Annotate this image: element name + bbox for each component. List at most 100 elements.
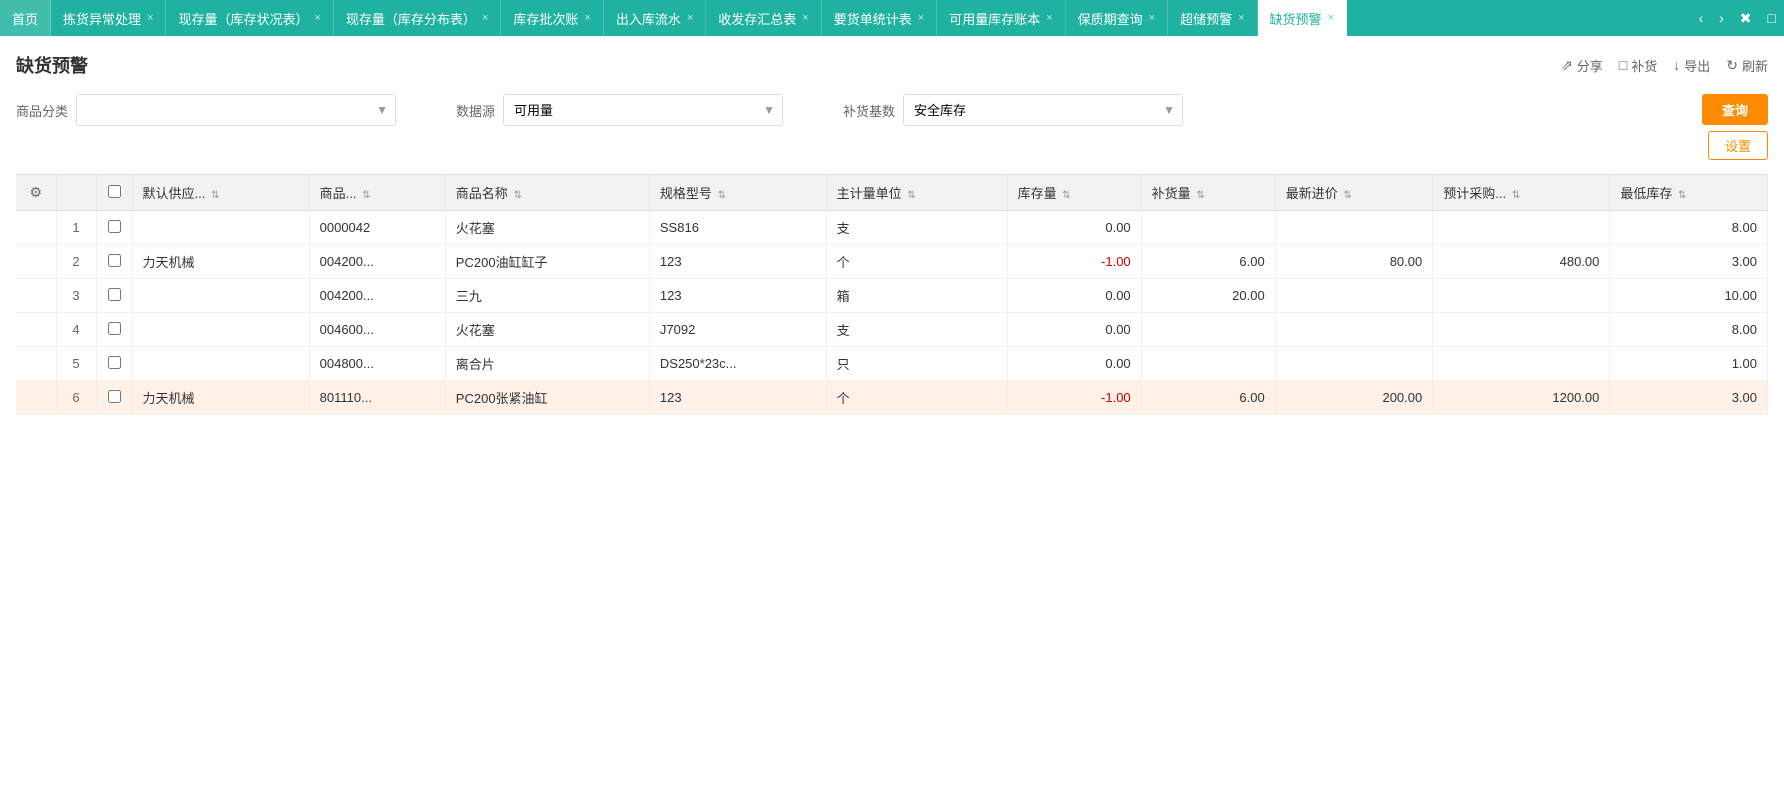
close-icon[interactable]: ×	[1328, 12, 1334, 24]
sort-icon[interactable]: ⇅	[362, 190, 370, 201]
row-spec: 123	[649, 245, 826, 279]
tab-expiry[interactable]: 保质期查询 ×	[1066, 0, 1168, 36]
tab-label: 出入库流水	[616, 9, 681, 28]
row-stock: -1.00	[1007, 245, 1141, 279]
row-unit: 只	[826, 347, 1007, 381]
col-label: 预计采购...	[1443, 186, 1506, 201]
export-label: 导出	[1684, 56, 1710, 75]
replenish-basis-select[interactable]: 安全库存	[903, 94, 1183, 126]
datasource-select[interactable]: 可用量	[503, 94, 783, 126]
row-settings	[16, 313, 56, 347]
row-stock: 0.00	[1007, 211, 1141, 245]
row-select-checkbox[interactable]	[108, 254, 121, 267]
row-num: 5	[56, 347, 96, 381]
tab-exception[interactable]: 拣货异常处理 ×	[51, 0, 166, 36]
row-replenish-qty	[1141, 313, 1275, 347]
col-settings: ⚙	[16, 175, 56, 211]
close-icon[interactable]: ×	[147, 12, 153, 24]
sort-icon[interactable]: ⇅	[907, 190, 915, 201]
close-icon[interactable]: ×	[584, 12, 590, 24]
tab-label: 可用量库存账本	[949, 9, 1040, 28]
row-product-name: PC200张紧油缸	[445, 381, 649, 415]
col-product-code: 商品... ⇅	[309, 175, 445, 211]
tab-more[interactable]: ✖	[1732, 10, 1760, 27]
sort-icon[interactable]: ⇅	[1062, 190, 1070, 201]
row-select-checkbox[interactable]	[108, 322, 121, 335]
row-unit: 箱	[826, 279, 1007, 313]
col-num	[56, 175, 96, 211]
row-replenish-qty: 20.00	[1141, 279, 1275, 313]
page-header: 缺货预警 ⇗ 分享 □ 补货 ↓ 导出 ↻ 刷新	[16, 52, 1768, 78]
close-icon[interactable]: ×	[482, 12, 488, 24]
refresh-button[interactable]: ↻ 刷新	[1726, 56, 1768, 75]
tab-shortage[interactable]: 缺货预警 ×	[1258, 0, 1347, 36]
tab-fullscreen[interactable]: □	[1760, 10, 1784, 26]
sort-icon[interactable]: ⇅	[1678, 190, 1686, 201]
datasource-select-wrapper: 可用量 ▼	[503, 94, 783, 126]
row-spec: SS816	[649, 211, 826, 245]
close-icon[interactable]: ×	[687, 12, 693, 24]
sort-icon[interactable]: ⇅	[1512, 190, 1520, 201]
row-checkbox[interactable]	[96, 211, 132, 245]
sort-icon[interactable]: ⇅	[513, 190, 521, 201]
row-select-checkbox[interactable]	[108, 288, 121, 301]
col-spec: 规格型号 ⇅	[649, 175, 826, 211]
category-select[interactable]	[76, 94, 396, 126]
close-icon[interactable]: ×	[1149, 12, 1155, 24]
settings-button[interactable]: 设置	[1708, 131, 1768, 160]
tab-scroll-right[interactable]: ›	[1711, 10, 1732, 26]
row-checkbox[interactable]	[96, 381, 132, 415]
row-checkbox[interactable]	[96, 279, 132, 313]
replenish-icon: □	[1619, 57, 1627, 73]
page-title: 缺货预警	[16, 52, 88, 78]
tab-overstock[interactable]: 超储预警 ×	[1168, 0, 1257, 36]
sort-icon[interactable]: ⇅	[1196, 190, 1204, 201]
tab-scroll-left[interactable]: ‹	[1690, 10, 1711, 26]
row-stock: 0.00	[1007, 279, 1141, 313]
tab-order-stats[interactable]: 要货单统计表 ×	[822, 0, 937, 36]
tab-receive-summary[interactable]: 收发存汇总表 ×	[706, 0, 821, 36]
row-select-checkbox[interactable]	[108, 390, 121, 403]
gear-icon[interactable]: ⚙	[29, 184, 42, 200]
tab-label: 库存批次账	[513, 9, 578, 28]
row-est-purchase	[1433, 279, 1610, 313]
row-min-stock: 3.00	[1610, 245, 1768, 279]
sort-icon[interactable]: ⇅	[718, 190, 726, 201]
tab-available-ledger[interactable]: 可用量库存账本 ×	[937, 0, 1065, 36]
row-default-supplier	[132, 347, 309, 381]
close-icon[interactable]: ×	[314, 12, 320, 24]
export-button[interactable]: ↓ 导出	[1673, 56, 1710, 75]
sort-icon[interactable]: ⇅	[211, 190, 219, 201]
tab-batch-account[interactable]: 库存批次账 ×	[501, 0, 603, 36]
replenish-button[interactable]: □ 补货	[1619, 56, 1657, 75]
row-checkbox[interactable]	[96, 313, 132, 347]
row-spec: DS250*23c...	[649, 347, 826, 381]
row-product-code: 801110...	[309, 381, 445, 415]
tab-inventory-status[interactable]: 现存量（库存状况表） ×	[166, 0, 333, 36]
close-icon[interactable]: ×	[1238, 12, 1244, 24]
tab-inout-flow[interactable]: 出入库流水 ×	[604, 0, 706, 36]
close-icon[interactable]: ×	[802, 12, 808, 24]
row-product-name: PC200油缸缸子	[445, 245, 649, 279]
row-stock: -1.00	[1007, 381, 1141, 415]
row-checkbox[interactable]	[96, 245, 132, 279]
row-select-checkbox[interactable]	[108, 220, 121, 233]
row-select-checkbox[interactable]	[108, 356, 121, 369]
tab-inventory-dist[interactable]: 现存量（库存分布表） ×	[334, 0, 501, 36]
select-all-checkbox[interactable]	[108, 185, 121, 198]
row-latest-price	[1275, 347, 1433, 381]
row-replenish-qty: 6.00	[1141, 245, 1275, 279]
row-est-purchase: 1200.00	[1433, 381, 1610, 415]
row-product-name: 离合片	[445, 347, 649, 381]
row-est-purchase	[1433, 211, 1610, 245]
share-icon: ⇗	[1561, 57, 1573, 74]
query-button[interactable]: 查询	[1702, 94, 1768, 125]
row-checkbox[interactable]	[96, 347, 132, 381]
sort-icon[interactable]: ⇅	[1343, 190, 1351, 201]
row-spec: 123	[649, 279, 826, 313]
close-icon[interactable]: ×	[1046, 12, 1052, 24]
tab-home[interactable]: 首页	[0, 0, 51, 36]
close-icon[interactable]: ×	[918, 12, 924, 24]
share-button[interactable]: ⇗ 分享	[1561, 56, 1603, 75]
row-default-supplier: 力天机械	[132, 245, 309, 279]
